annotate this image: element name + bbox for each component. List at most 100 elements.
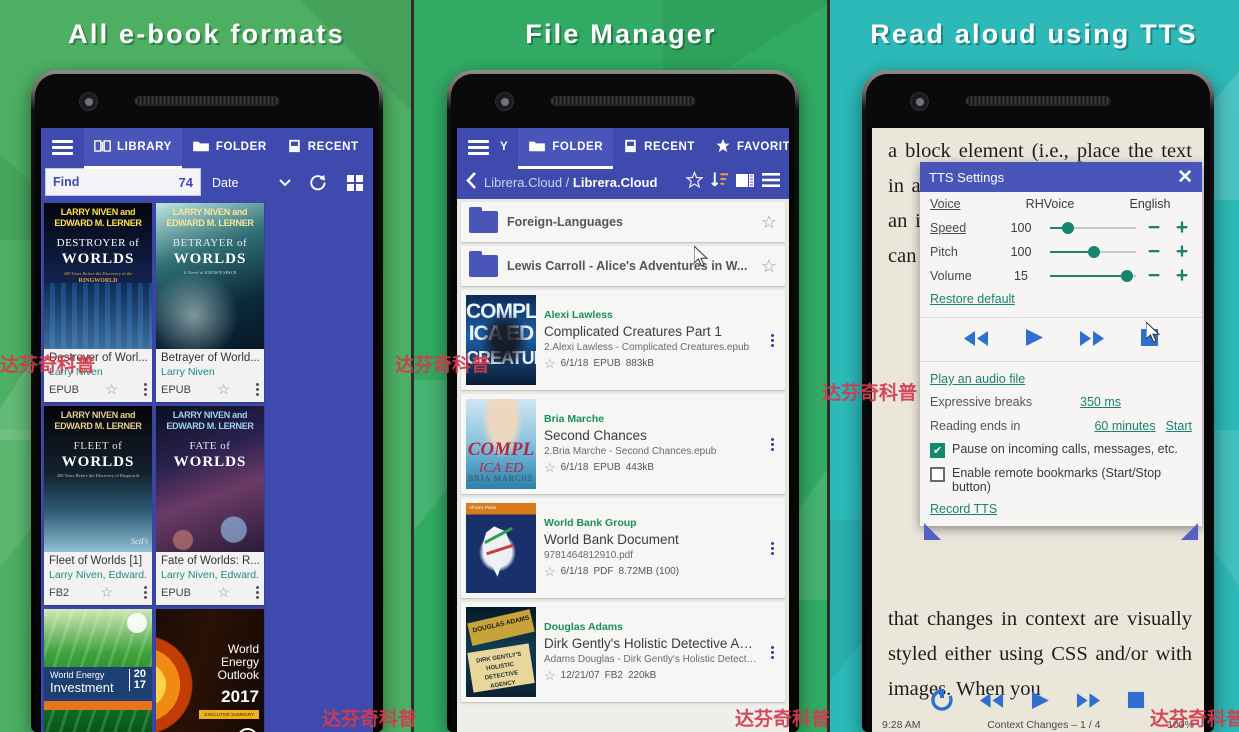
close-icon[interactable]: ✕ [1177, 168, 1193, 187]
book-card[interactable]: LARRY NIVEN and EDWARD M. LERNER BETRAYER… [156, 203, 264, 402]
star-outline-icon[interactable]: ☆ [544, 460, 556, 476]
fast-forward-icon[interactable] [1079, 329, 1105, 351]
stop-icon[interactable] [1127, 691, 1145, 715]
back-arrow-icon[interactable] [465, 171, 478, 194]
tab-recent[interactable]: RECENT [277, 128, 369, 166]
tts-row-voice[interactable]: Voice RHVoice English [920, 192, 1202, 216]
star-outline-icon[interactable] [685, 170, 704, 194]
tab-folder[interactable]: FOLDER [182, 128, 277, 166]
book-cover: World Energy Investment 20 17 [44, 609, 152, 732]
tts-pitch-slider[interactable] [1050, 245, 1136, 259]
fast-forward-icon[interactable] [1076, 691, 1101, 715]
book-card[interactable]: World Energy Investment 2017 World Energ… [44, 609, 152, 732]
resize-handle-left[interactable] [924, 523, 941, 540]
checkbox-remote-bookmarks[interactable]: Enable remote bookmarks (Start/Stop butt… [920, 462, 1202, 498]
overflow-menu-icon[interactable] [144, 586, 147, 599]
grid-view-icon[interactable] [336, 166, 373, 199]
expressive-breaks-value[interactable]: 350 ms [1080, 395, 1192, 409]
record-tts-link[interactable]: Record TTS [930, 502, 997, 516]
play-icon[interactable] [1030, 691, 1050, 716]
hamburger-icon[interactable] [457, 128, 500, 166]
star-outline-icon[interactable]: ☆ [761, 256, 777, 277]
hamburger-icon[interactable] [41, 128, 84, 166]
tab-library-label: LIBRARY [117, 141, 172, 153]
star-outline-icon[interactable]: ☆ [105, 381, 118, 398]
file-row[interactable]: COMPL ICA ED BRIA MARCHE Bria Marche Sec… [461, 394, 785, 494]
watermark: 达芬奇科普 [395, 354, 491, 376]
book-card[interactable]: LARRY NIVEN and EDWARD M. LERNER FATE of … [156, 406, 264, 605]
resize-handle-right[interactable] [1181, 523, 1198, 540]
book-title: Fate of Worlds: R... [161, 555, 259, 567]
breadcrumb[interactable]: Librera.Cloud / Librera.Cloud [484, 175, 679, 190]
search-result-count: 74 [178, 174, 193, 190]
tts-pitch-minus[interactable]: − [1144, 241, 1164, 262]
rewind-icon[interactable] [963, 329, 989, 351]
tts-speed-slider[interactable] [1050, 221, 1136, 235]
overflow-menu-icon[interactable] [144, 383, 147, 396]
file-list: Foreign-Languages ☆ Lewis Carroll - Alic… [457, 199, 789, 705]
tab-favorites[interactable]: FA [369, 128, 373, 166]
tab-library[interactable]: LIBRARY [84, 128, 182, 169]
tts-volume-slider[interactable] [1050, 269, 1136, 283]
folder-name: Foreign-Languages [507, 215, 623, 229]
checkbox-pause-on-calls[interactable]: ✔ Pause on incoming calls, messages, etc… [920, 438, 1202, 462]
tab-library-partial[interactable]: Y [500, 128, 518, 166]
overflow-menu-icon[interactable] [770, 541, 774, 555]
sort-select[interactable]: Date [203, 166, 299, 199]
tab-folder[interactable]: FOLDER [518, 128, 614, 169]
file-row[interactable]: COMPLICA ED CREATURES Alexi Lawless Comp… [461, 290, 785, 390]
file-title: Second Chances [544, 427, 647, 443]
chevron-down-icon [279, 176, 291, 190]
overflow-menu-icon[interactable] [770, 437, 774, 451]
book-card[interactable]: LARRY NIVEN and EDWARD M. LERNER FLEET of… [44, 406, 152, 605]
star-outline-icon[interactable]: ☆ [217, 584, 230, 601]
folder-row[interactable]: Foreign-Languages ☆ [461, 202, 785, 242]
tts-voice-label[interactable]: Voice [930, 197, 992, 211]
star-outline-icon[interactable]: ☆ [761, 212, 777, 233]
search-input[interactable]: Find 74 [45, 168, 201, 196]
star-outline-icon[interactable]: ☆ [544, 564, 556, 580]
list-view-icon[interactable] [761, 172, 781, 193]
panel-title-tts: Read aloud using TTS [870, 19, 1198, 49]
book-view-icon[interactable] [735, 172, 755, 194]
tts-pitch-plus[interactable]: + [1172, 241, 1192, 262]
reader-page[interactable]: a block element (i.e., place the text in… [872, 128, 1204, 732]
play-audio-file-link[interactable]: Play an audio file [930, 372, 1025, 386]
star-outline-icon[interactable]: ☆ [544, 668, 556, 684]
overflow-menu-icon[interactable] [256, 586, 259, 599]
book-author: Larry Niven [161, 366, 215, 378]
tab-recent[interactable]: RECENT [613, 128, 705, 166]
rotate-icon[interactable] [931, 689, 953, 717]
tts-volume-minus[interactable]: − [1144, 265, 1164, 286]
file-thumbnail: Africa's Pulse [466, 503, 536, 593]
phone-filemanager: Y FOLDER RECENT FAVORIT Librera.Cloud / … [447, 70, 799, 732]
file-date: 6/1/18 [560, 462, 589, 473]
tts-speed-label[interactable]: Speed [930, 221, 992, 235]
book-card[interactable]: World Energy Outlook 2017 EXECUTIVE SUMMAR… [156, 609, 264, 732]
sort-icon[interactable] [710, 171, 729, 194]
overflow-menu-icon[interactable] [256, 383, 259, 396]
star-outline-icon[interactable]: ☆ [100, 584, 113, 601]
folder-icon [528, 139, 546, 156]
file-format: PDF [593, 566, 614, 577]
refresh-icon[interactable] [299, 166, 336, 199]
book-cover: LARRY NIVEN and EDWARD M. LERNER DESTROYE… [44, 203, 152, 349]
overflow-menu-icon[interactable] [770, 333, 774, 347]
reading-ends-start-button[interactable]: Start [1166, 419, 1192, 433]
overflow-menu-icon[interactable] [770, 645, 774, 659]
book-author: Larry Niven, Edward... [49, 569, 147, 581]
restore-default-link[interactable]: Restore default [930, 292, 1015, 306]
star-outline-icon[interactable]: ☆ [217, 381, 230, 398]
rewind-icon[interactable] [979, 691, 1004, 715]
tts-speed-plus[interactable]: + [1172, 217, 1192, 238]
file-row[interactable]: Africa's Pulse World Bank Group World Ba… [461, 498, 785, 598]
star-outline-icon[interactable]: ☆ [544, 356, 556, 372]
folder-row[interactable]: Lewis Carroll - Alice's Adventures in W.… [461, 246, 785, 286]
phone-bezel-top [35, 74, 379, 128]
tts-volume-plus[interactable]: + [1172, 265, 1192, 286]
tts-speed-minus[interactable]: − [1144, 217, 1164, 238]
play-icon[interactable] [1024, 328, 1044, 351]
tab-favorites[interactable]: FAVORITES [705, 128, 789, 166]
reading-ends-value[interactable]: 60 minutes [1094, 419, 1155, 433]
file-row[interactable]: DOUGLAS ADAMS DIRK GENTLY'S HOLISTIC DETEC… [461, 602, 785, 702]
